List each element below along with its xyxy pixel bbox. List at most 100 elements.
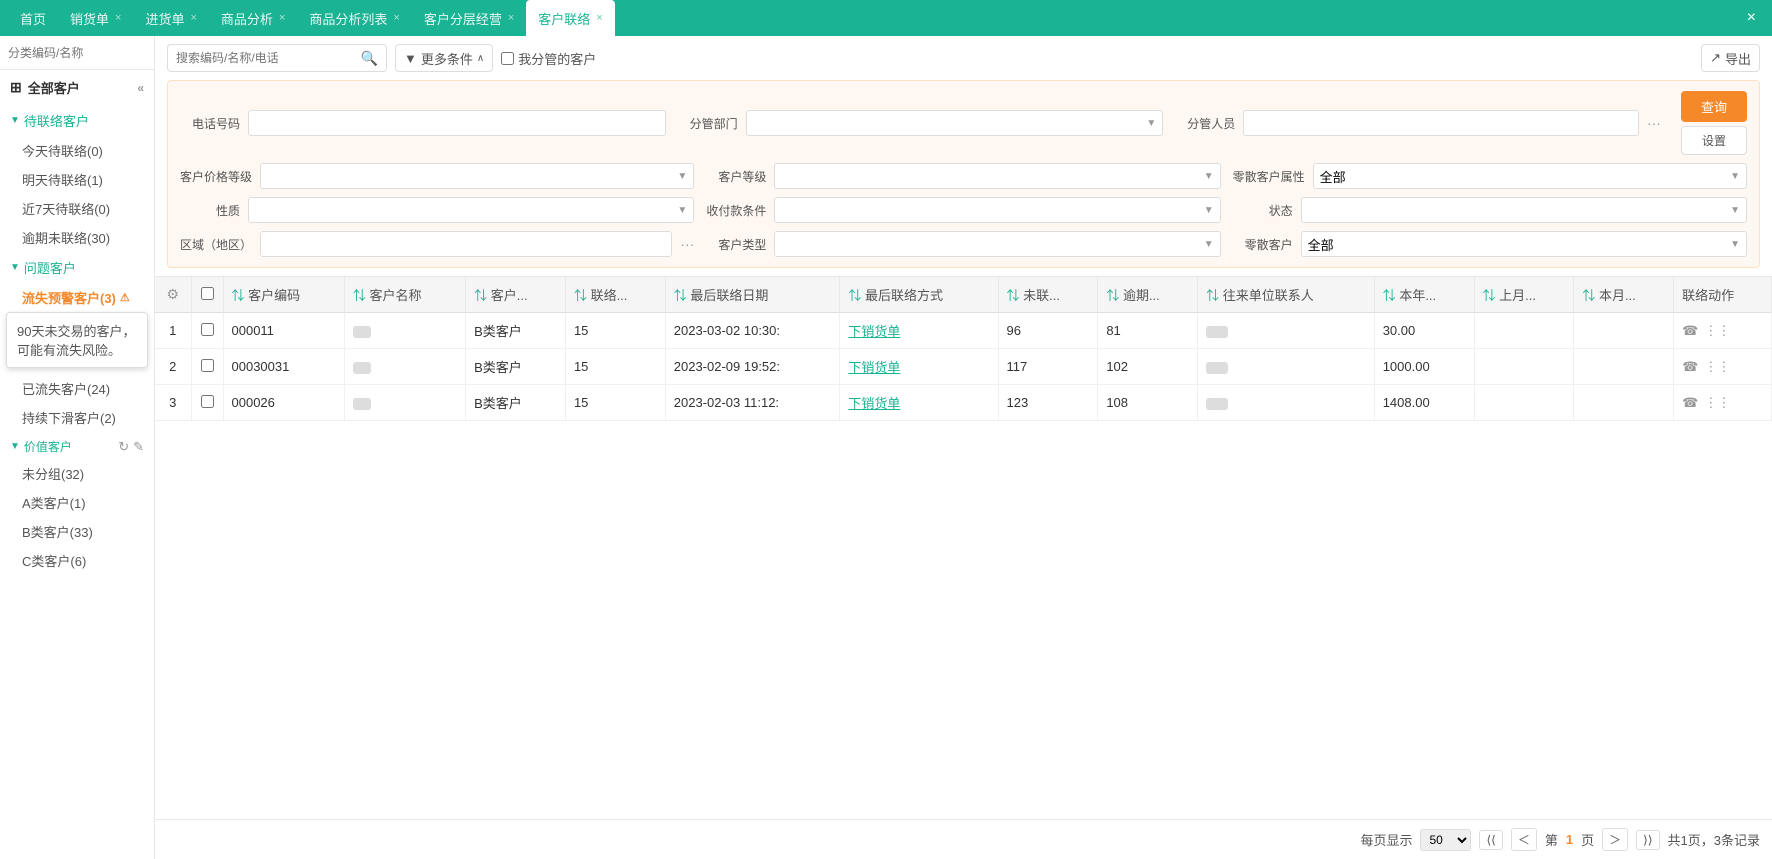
all-customers-header[interactable]: ⊞ 全部客户 « <box>0 70 154 105</box>
sidebar-item-b-class[interactable]: B类客户(33) <box>0 517 154 546</box>
sidebar-item-c-class[interactable]: C类客户(6) <box>0 546 154 575</box>
filter-dept-select[interactable]: ▼ <box>746 110 1164 136</box>
col-unit-contact-sort-icon[interactable]: ⇅ <box>1206 288 1219 303</box>
prev-page-btn[interactable]: ＜ <box>1511 828 1537 851</box>
filter-status-select[interactable]: ▼ <box>1301 197 1747 223</box>
col-overdue-sort-icon[interactable]: ⇅ <box>1106 288 1119 303</box>
tab-home[interactable]: 首页 <box>8 0 58 36</box>
row-checkbox[interactable] <box>201 395 214 408</box>
filter-customer-level-select[interactable]: ▼ <box>774 163 1220 189</box>
edit-icon[interactable]: ✎ <box>133 439 144 455</box>
col-this-month-sort-icon[interactable]: ⇅ <box>1582 288 1595 303</box>
sidebar-item-ungrouped[interactable]: 未分组(32) <box>0 459 154 488</box>
filter-scatter-attr-select[interactable]: 全部 ▼ <box>1313 163 1747 189</box>
col-name-sort-icon[interactable]: ⇅ <box>353 288 366 303</box>
refresh-icon[interactable]: ↻ <box>118 439 129 455</box>
export-label: 导出 <box>1725 49 1751 68</box>
last-method-link[interactable]: 下销货单 <box>848 324 900 339</box>
contact-action-icon[interactable]: ☎ <box>1682 359 1698 375</box>
tab-analysis-list-close[interactable]: × <box>393 12 399 24</box>
collapse-sidebar-icon[interactable]: « <box>137 81 144 95</box>
close-all-tabs[interactable]: × <box>1739 9 1764 27</box>
more-action-icon[interactable]: ⋮⋮ <box>1704 395 1730 411</box>
tab-analysis[interactable]: 商品分析 × <box>209 0 297 36</box>
main-search-icon[interactable]: 🔍 <box>361 50 378 67</box>
filter-payment-select[interactable]: ▼ <box>774 197 1220 223</box>
col-last-date-sort-icon[interactable]: ⇅ <box>674 288 687 303</box>
sidebar-item-7days[interactable]: 近7天待联络(0) <box>0 194 154 223</box>
last-page-btn[interactable]: ⟩⟩ <box>1636 830 1659 850</box>
cell-checkbox[interactable] <box>191 385 223 421</box>
sidebar-search-input[interactable] <box>8 46 155 60</box>
data-table-container: ⚙ ⇅ 客户编码 ⇅ 客户名称 ⇅ 客户... ⇅ 联络... ⇅ 最后联络日期… <box>155 277 1772 819</box>
contact-action-icon[interactable]: ☎ <box>1682 395 1698 411</box>
my-customer-checkbox[interactable] <box>501 52 514 65</box>
last-method-link[interactable]: 下销货单 <box>848 360 900 375</box>
sidebar-group-pending[interactable]: ▼ 待联络客户 <box>0 105 154 136</box>
more-action-icon[interactable]: ⋮⋮ <box>1704 359 1730 375</box>
col-this-year-sort-icon[interactable]: ⇅ <box>1383 288 1396 303</box>
col-code-sort-icon[interactable]: ⇅ <box>232 288 245 303</box>
col-type-sort-icon[interactable]: ⇅ <box>474 288 487 303</box>
col-no-contact-sort-icon[interactable]: ⇅ <box>1007 288 1020 303</box>
filter-nature-select[interactable]: ▼ <box>248 197 694 223</box>
next-page-btn[interactable]: ＞ <box>1602 828 1628 851</box>
col-gear[interactable]: ⚙ <box>155 277 191 313</box>
filter-manager-dots[interactable]: ··· <box>1647 115 1661 131</box>
filter-region-dots[interactable]: ··· <box>680 236 694 252</box>
filter-phone-input[interactable] <box>248 110 666 136</box>
col-contact-sort-icon[interactable]: ⇅ <box>574 288 587 303</box>
total-info: 共1页，3条记录 <box>1668 830 1760 849</box>
col-checkbox[interactable] <box>191 277 223 313</box>
cell-checkbox[interactable] <box>191 349 223 385</box>
filter-region-select[interactable] <box>260 231 672 257</box>
filter-customer-type-select[interactable]: ▼ <box>774 231 1220 257</box>
filter-scatter-select[interactable]: 全部 ▼ <box>1301 231 1747 257</box>
sidebar-group-problem[interactable]: ▼ 问题客户 <box>0 252 154 283</box>
filter-row-2: 客户价格等级 ▼ 客户等级 ▼ 零散客户属性 <box>180 163 1747 189</box>
col-last-month-sort-icon[interactable]: ⇅ <box>1483 288 1496 303</box>
settings-button[interactable]: 设置 <box>1681 126 1747 155</box>
more-conditions-btn[interactable]: ▼ 更多条件 ∧ <box>395 44 493 72</box>
sidebar-item-a-class[interactable]: A类客户(1) <box>0 488 154 517</box>
tab-customer-tier[interactable]: 客户分层经营 × <box>412 0 526 36</box>
filter-item-scatter: 零散客户 全部 ▼ <box>1233 231 1747 257</box>
contact-action-icon[interactable]: ☎ <box>1682 323 1698 339</box>
sidebar-group-value-label[interactable]: 价值客户 <box>24 438 72 455</box>
tab-customer-contact[interactable]: 客户联络 × <box>526 0 614 36</box>
row-checkbox[interactable] <box>201 323 214 336</box>
select-all-checkbox[interactable] <box>201 287 214 300</box>
my-customer-check[interactable]: 我分管的客户 <box>501 49 596 68</box>
first-page-btn[interactable]: ⟨⟨ <box>1479 830 1502 850</box>
tab-analysis-close[interactable]: × <box>279 12 285 24</box>
sidebar-item-declining-label: 持续下滑客户(2) <box>22 408 116 427</box>
tab-purchase-close[interactable]: × <box>190 12 196 24</box>
last-method-link[interactable]: 下销货单 <box>848 396 900 411</box>
tab-analysis-list[interactable]: 商品分析列表 × <box>297 0 411 36</box>
main-search-input[interactable] <box>176 51 361 65</box>
sidebar-item-declining[interactable]: 持续下滑客户(2) <box>0 403 154 432</box>
tab-sales-label: 销货单 <box>70 9 109 28</box>
tab-customer-tier-close[interactable]: × <box>508 12 514 24</box>
cell-name <box>344 349 465 385</box>
sidebar-item-churn-warn[interactable]: 流失预警客户(3) ⚠ <box>0 283 154 312</box>
tab-sales[interactable]: 销货单 × <box>58 0 133 36</box>
per-page-select[interactable]: 50 100 <box>1420 829 1471 851</box>
settings-gear-icon[interactable]: ⚙ <box>166 286 179 302</box>
filter-status-label: 状态 <box>1233 202 1293 219</box>
query-button[interactable]: 查询 <box>1681 91 1747 122</box>
row-checkbox[interactable] <box>201 359 214 372</box>
sidebar-item-churned[interactable]: 已流失客户(24) <box>0 374 154 403</box>
sidebar-item-overdue[interactable]: 逾期未联络(30) <box>0 223 154 252</box>
cell-checkbox[interactable] <box>191 313 223 349</box>
sidebar-item-today[interactable]: 今天待联络(0) <box>0 136 154 165</box>
sidebar-item-tomorrow[interactable]: 明天待联络(1) <box>0 165 154 194</box>
tab-sales-close[interactable]: × <box>115 12 121 24</box>
tab-customer-contact-close[interactable]: × <box>596 12 602 24</box>
filter-price-level-select[interactable]: ▼ <box>260 163 694 189</box>
tab-purchase[interactable]: 进货单 × <box>133 0 208 36</box>
more-action-icon[interactable]: ⋮⋮ <box>1704 323 1730 339</box>
col-last-method-sort-icon[interactable]: ⇅ <box>848 288 861 303</box>
export-btn[interactable]: ↗ 导出 <box>1701 44 1760 72</box>
filter-manager-select[interactable] <box>1243 110 1639 136</box>
